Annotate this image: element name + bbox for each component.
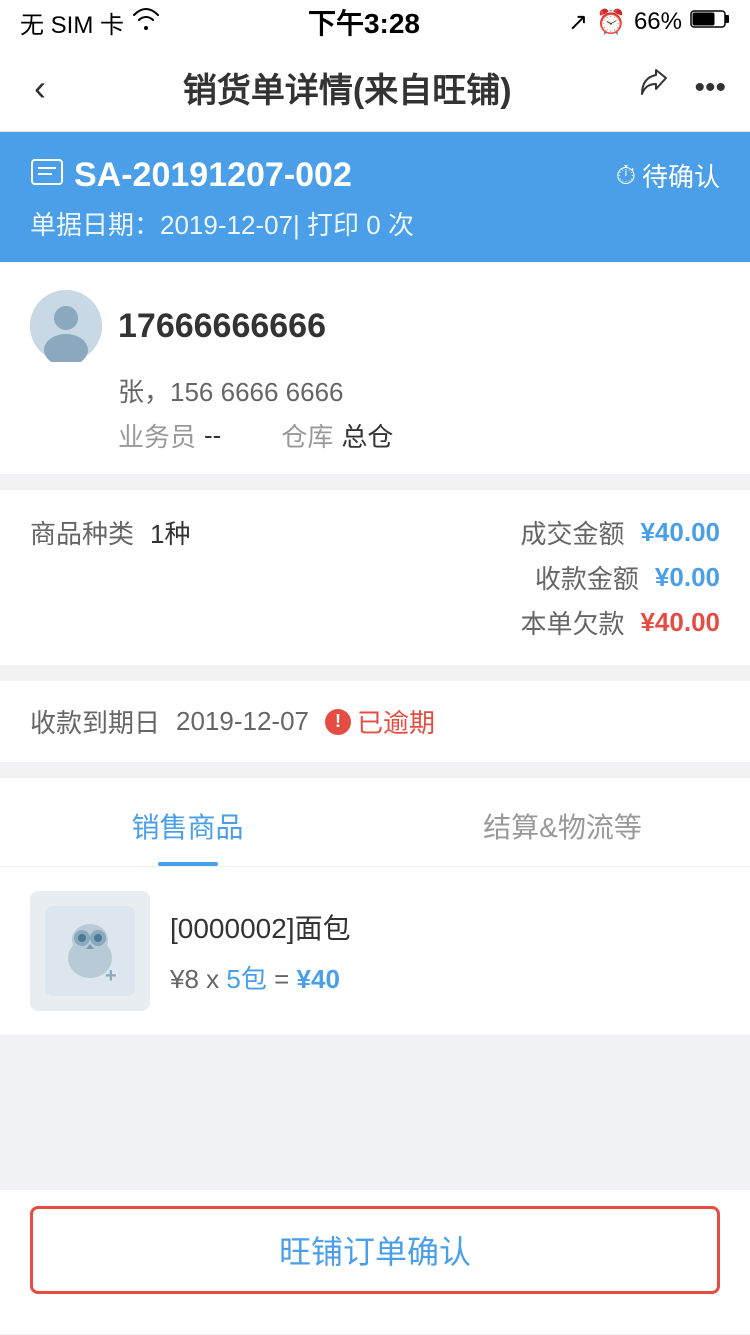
status-right: ↗ ⏰ 66% [568, 8, 730, 37]
customer-phone: 17666666666 [118, 307, 326, 346]
received-label: 收款金额 [535, 559, 639, 596]
received-value: ¥0.00 [655, 562, 720, 593]
product-qty: 5包 [226, 964, 266, 994]
overdue-text: 已逾期 [357, 703, 435, 740]
clock-icon: ⏱ [616, 160, 636, 192]
order-id: SA-20191207-002 [30, 156, 352, 195]
customer-section: 17666666666 张，156 6666 6666 业务员 -- 仓库 总仓 [0, 262, 750, 474]
time-display: 下午3:28 [308, 2, 420, 42]
nav-bar: ‹ 销货单详情(来自旺铺) ••• [0, 44, 750, 132]
deal-amount-label: 成交金额 [520, 514, 624, 551]
wifi-icon [132, 8, 160, 36]
nav-actions: ••• [638, 66, 726, 110]
alarm-icon: ⏰ [596, 8, 626, 37]
location-icon: ↗ [568, 8, 588, 37]
page-title: 销货单详情(来自旺铺) [56, 63, 638, 112]
share-button[interactable] [638, 66, 674, 110]
carrier-text: 无 SIM 卡 [20, 5, 124, 40]
product-thumbnail: + [30, 891, 150, 1011]
status-bar: 无 SIM 卡 下午3:28 ↗ ⏰ 66% [0, 0, 750, 44]
salesperson-label: 业务员 [118, 417, 196, 454]
due-date: 2019-12-07 [176, 706, 309, 737]
tabs-section: 销售商品 结算&物流等 + [0, 778, 750, 1035]
back-button[interactable]: ‹ [24, 57, 56, 119]
order-header: SA-20191207-002 ⏱ 待确认 单据日期：2019-12-07| 打… [0, 132, 750, 262]
product-name: [0000002]面包 [170, 907, 720, 947]
overdue-badge: ! 已逾期 [325, 703, 435, 740]
tab-settlement[interactable]: 结算&物流等 [375, 778, 750, 866]
order-status: ⏱ 待确认 [616, 157, 720, 194]
more-button[interactable]: ••• [694, 71, 726, 105]
goods-type-value: 1种 [150, 514, 190, 551]
product-info: [0000002]面包 ¥8 x 5包 = ¥40 [170, 907, 720, 996]
bottom-bar: 旺铺订单确认 [0, 1190, 750, 1334]
customer-meta: 业务员 -- 仓库 总仓 [118, 417, 720, 454]
tabs-header: 销售商品 结算&物流等 [0, 778, 750, 867]
salesperson-value: -- [204, 420, 221, 451]
product-item: + [0000002]面包 ¥8 x 5包 = ¥40 [0, 867, 750, 1035]
order-date: 单据日期：2019-12-07| 打印 0 次 [30, 205, 720, 242]
due-label: 收款到期日 [30, 703, 160, 740]
warehouse-label: 仓库 [281, 417, 333, 454]
deal-amount-value: ¥40.00 [640, 517, 720, 548]
tab-goods[interactable]: 销售商品 [0, 778, 375, 866]
goods-type: 商品种类 1种 [30, 514, 190, 551]
overdue-icon: ! [325, 709, 351, 735]
customer-avatar [30, 290, 102, 362]
customer-name: 张，156 6666 6666 [118, 372, 720, 409]
product-total: ¥40 [297, 964, 340, 994]
amount-summary: 成交金额 ¥40.00 收款金额 ¥0.00 本单欠款 ¥40.00 [520, 514, 720, 641]
svg-text:+: + [105, 965, 117, 987]
product-price: ¥8 x 5包 = ¥40 [170, 959, 720, 996]
warehouse-value: 总仓 [341, 417, 393, 454]
battery-text: 66% [634, 8, 682, 36]
owed-label: 本单欠款 [520, 604, 624, 641]
battery-icon [690, 8, 730, 36]
order-icon [30, 156, 64, 195]
status-left: 无 SIM 卡 [20, 5, 160, 40]
owed-value: ¥40.00 [640, 607, 720, 638]
confirm-button[interactable]: 旺铺订单确认 [30, 1206, 720, 1294]
due-section: 收款到期日 2019-12-07 ! 已逾期 [0, 681, 750, 762]
goods-type-label: 商品种类 [30, 514, 134, 551]
summary-section: 商品种类 1种 成交金额 ¥40.00 收款金额 ¥0.00 本单欠款 ¥40.… [0, 490, 750, 665]
